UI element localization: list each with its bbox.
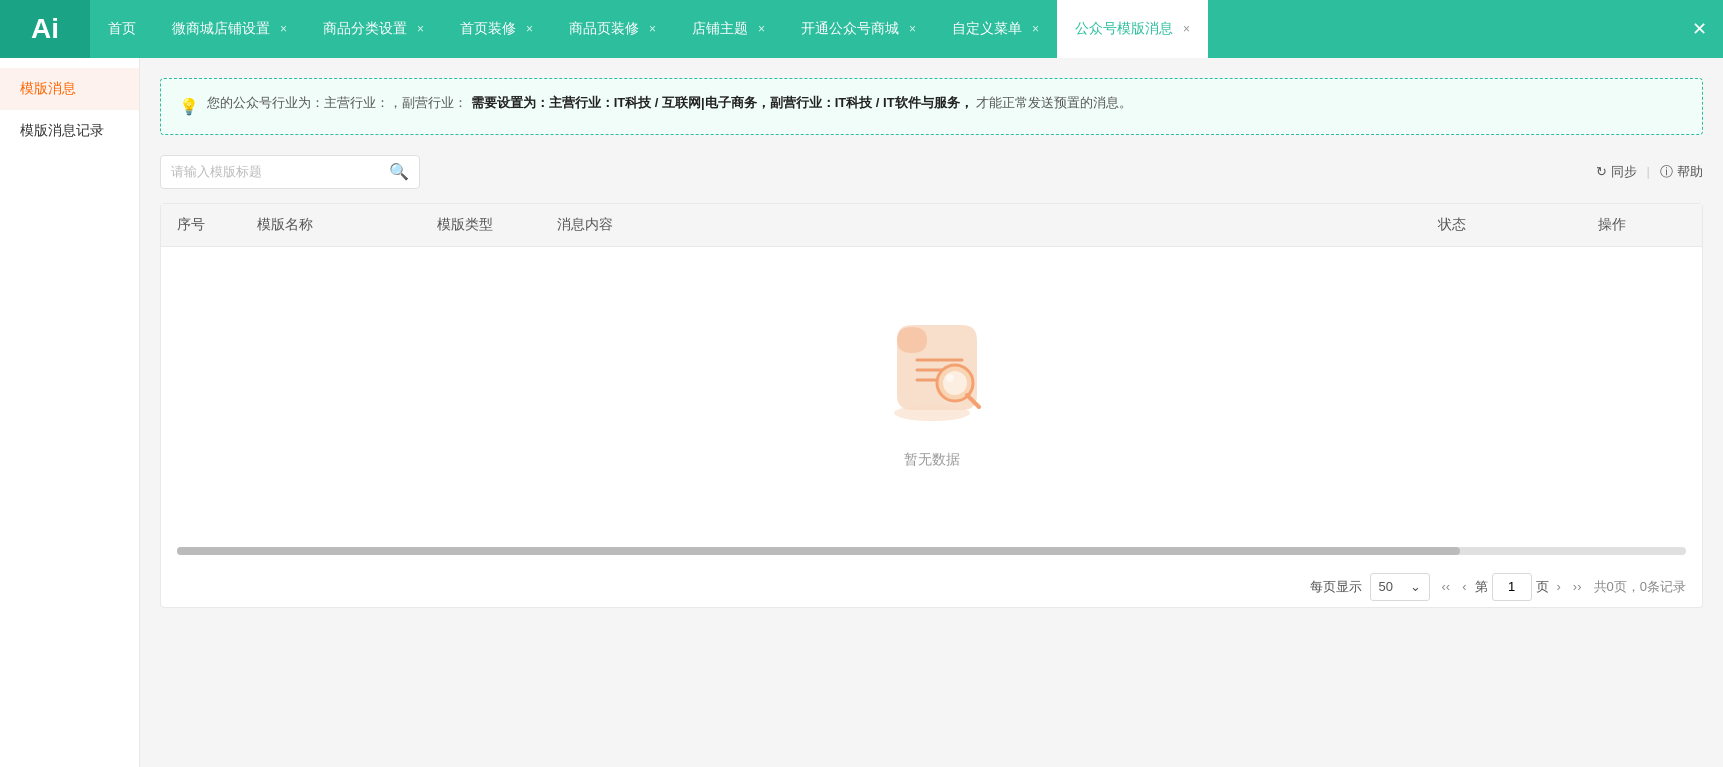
horizontal-scrollbar[interactable] bbox=[177, 547, 1686, 555]
sidebar: 模版消息模版消息记录 bbox=[0, 58, 140, 767]
table-col-4: 状态 bbox=[1422, 216, 1582, 234]
svg-point-7 bbox=[946, 374, 954, 382]
nav-tab-label-6: 开通公众号商城 bbox=[801, 20, 899, 38]
first-page-button[interactable]: ‹‹ bbox=[1438, 577, 1455, 596]
page-label-suffix: 页 bbox=[1536, 578, 1549, 596]
help-icon: ⓘ bbox=[1660, 163, 1673, 181]
template-table: 序号模版名称模版类型消息内容状态操作 bbox=[160, 203, 1703, 608]
info-banner: 💡 您的公众号行业为：主营行业：，副营行业： 需要设置为：主营行业：IT科技 /… bbox=[160, 78, 1703, 135]
nav-tab-close-3[interactable]: × bbox=[526, 22, 533, 36]
nav-tab-5[interactable]: 店铺主题 × bbox=[674, 0, 783, 58]
bulb-icon: 💡 bbox=[179, 94, 199, 120]
page-label-prefix: 第 bbox=[1475, 578, 1488, 596]
page-size-value: 50 bbox=[1379, 579, 1393, 594]
divider: | bbox=[1647, 164, 1650, 179]
nav-tab-close-4[interactable]: × bbox=[649, 22, 656, 36]
page-size-label: 每页显示 bbox=[1310, 578, 1362, 596]
nav-tab-label-0: 首页 bbox=[108, 20, 136, 38]
close-all-button[interactable]: ✕ bbox=[1676, 0, 1723, 58]
content-area: 💡 您的公众号行业为：主营行业：，副营行业： 需要设置为：主营行业：IT科技 /… bbox=[140, 58, 1723, 767]
table-col-1: 模版名称 bbox=[241, 216, 421, 234]
help-label: 帮助 bbox=[1677, 163, 1703, 181]
nav-tab-2[interactable]: 商品分类设置 × bbox=[305, 0, 442, 58]
main-layout: 模版消息模版消息记录 💡 您的公众号行业为：主营行业：，副营行业： 需要设置为：… bbox=[0, 58, 1723, 767]
nav-tab-7[interactable]: 自定义菜单 × bbox=[934, 0, 1057, 58]
nav-tab-6[interactable]: 开通公众号商城 × bbox=[783, 0, 934, 58]
last-page-button[interactable]: ›› bbox=[1569, 577, 1586, 596]
nav-tab-label-5: 店铺主题 bbox=[692, 20, 748, 38]
sync-icon: ↻ bbox=[1596, 164, 1607, 179]
table-header: 序号模版名称模版类型消息内容状态操作 bbox=[161, 204, 1702, 247]
prev-page-button[interactable]: ‹ bbox=[1458, 577, 1470, 596]
info-text: 您的公众号行业为：主营行业：，副营行业： 需要设置为：主营行业：IT科技 / 互… bbox=[207, 93, 1132, 114]
scrollbar-thumb bbox=[177, 547, 1460, 555]
nav-tab-close-7[interactable]: × bbox=[1032, 22, 1039, 36]
table-col-0: 序号 bbox=[161, 216, 241, 234]
table-col-3: 消息内容 bbox=[541, 216, 1422, 234]
nav-tab-close-2[interactable]: × bbox=[417, 22, 424, 36]
table-col-2: 模版类型 bbox=[421, 216, 541, 234]
right-actions: ↻ 同步 | ⓘ 帮助 bbox=[1596, 163, 1703, 181]
nav-tab-0[interactable]: 首页 bbox=[90, 0, 154, 58]
nav-tab-close-5[interactable]: × bbox=[758, 22, 765, 36]
page-navigation: ‹‹ ‹ 第 页 › ›› bbox=[1438, 573, 1586, 601]
chevron-down-icon: ⌄ bbox=[1410, 579, 1421, 594]
help-button[interactable]: ⓘ 帮助 bbox=[1660, 163, 1703, 181]
nav-tab-label-2: 商品分类设置 bbox=[323, 20, 407, 38]
sidebar-item-0[interactable]: 模版消息 bbox=[0, 68, 139, 110]
nav-tab-8[interactable]: 公众号模版消息 × bbox=[1057, 0, 1208, 58]
next-page-button[interactable]: › bbox=[1553, 577, 1565, 596]
page-size-select[interactable]: 50 ⌄ bbox=[1370, 573, 1430, 601]
nav-tab-label-7: 自定义菜单 bbox=[952, 20, 1022, 38]
search-icon[interactable]: 🔍 bbox=[389, 162, 409, 181]
search-box[interactable]: 🔍 bbox=[160, 155, 420, 189]
nav-tab-label-1: 微商城店铺设置 bbox=[172, 20, 270, 38]
sync-label: 同步 bbox=[1611, 163, 1637, 181]
svg-point-5 bbox=[943, 371, 967, 395]
sidebar-item-1[interactable]: 模版消息记录 bbox=[0, 110, 139, 152]
search-input[interactable] bbox=[171, 164, 389, 179]
nav-tab-close-1[interactable]: × bbox=[280, 22, 287, 36]
sync-button[interactable]: ↻ 同步 bbox=[1596, 163, 1637, 181]
empty-state: 暂无数据 bbox=[867, 305, 997, 469]
nav-tab-label-3: 首页装修 bbox=[460, 20, 516, 38]
nav-tab-3[interactable]: 首页装修 × bbox=[442, 0, 551, 58]
nav-tabs: 首页微商城店铺设置 ×商品分类设置 ×首页装修 ×商品页装修 ×店铺主题 ×开通… bbox=[90, 0, 1676, 58]
top-nav: Ai 首页微商城店铺设置 ×商品分类设置 ×首页装修 ×商品页装修 ×店铺主题 … bbox=[0, 0, 1723, 58]
info-highlight: 需要设置为：主营行业：IT科技 / 互联网|电子商务，副营行业：IT科技 / I… bbox=[471, 95, 973, 110]
nav-tab-label-4: 商品页装修 bbox=[569, 20, 639, 38]
logo: Ai bbox=[0, 0, 90, 58]
table-body: 暂无数据 bbox=[161, 247, 1702, 547]
search-row: 🔍 ↻ 同步 | ⓘ 帮助 bbox=[160, 155, 1703, 189]
logo-text: Ai bbox=[31, 13, 59, 45]
empty-illustration bbox=[867, 305, 997, 435]
empty-text: 暂无数据 bbox=[904, 451, 960, 469]
page-total: 共0页，0条记录 bbox=[1594, 578, 1686, 596]
nav-tab-4[interactable]: 商品页装修 × bbox=[551, 0, 674, 58]
page-number-input[interactable] bbox=[1492, 573, 1532, 601]
nav-tab-close-6[interactable]: × bbox=[909, 22, 916, 36]
nav-tab-close-8[interactable]: × bbox=[1183, 22, 1190, 36]
nav-tab-label-8: 公众号模版消息 bbox=[1075, 20, 1173, 38]
nav-tab-1[interactable]: 微商城店铺设置 × bbox=[154, 0, 305, 58]
pagination: 每页显示 50 ⌄ ‹‹ ‹ 第 页 › ›› 共0页，0条记录 bbox=[161, 563, 1702, 607]
table-col-5: 操作 bbox=[1582, 216, 1702, 234]
